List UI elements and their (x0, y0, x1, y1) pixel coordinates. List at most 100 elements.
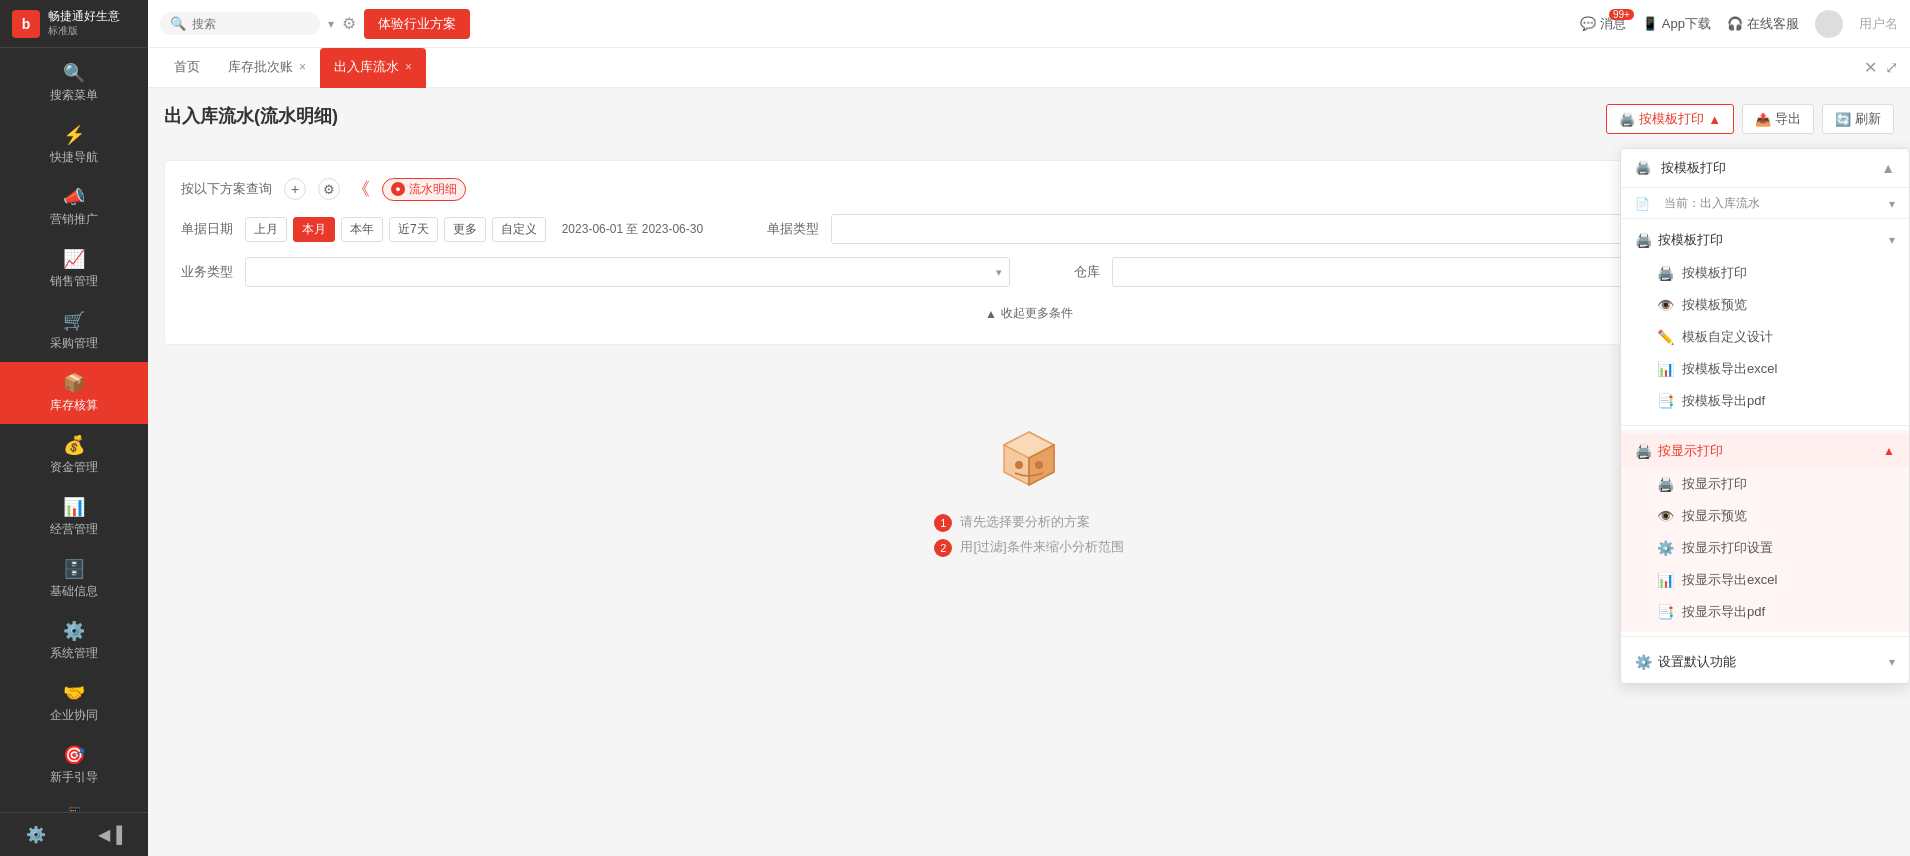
topbar-avatar[interactable] (1815, 10, 1843, 38)
display-excel-icon: 📊 (1657, 572, 1674, 588)
date-btn-last-month[interactable]: 上月 (245, 217, 287, 242)
sidebar-label-search: 搜索菜单 (50, 87, 98, 104)
trial-btn[interactable]: 体验行业方案 (364, 9, 470, 39)
sidebar-item-enterprise[interactable]: 🤝 企业协同 (0, 672, 148, 734)
display-pdf-icon: 📑 (1657, 604, 1674, 620)
main-area: 🔍 ▾ ⚙ 体验行业方案 💬 消息 99+ 📱 App下载 🎧 在线客服 用户名 (148, 0, 1910, 856)
dropdown-template-print[interactable]: 🖨️ 按模板打印 (1621, 257, 1909, 289)
default-section-icon: ⚙️ (1635, 654, 1652, 670)
service-label: 在线客服 (1747, 15, 1799, 33)
empty-step-1: 1 请先选择要分析的方案 (934, 513, 1123, 532)
step-2-text: 用[过滤]条件来缩小分析范围 (960, 538, 1123, 556)
guide-icon: 🎯 (63, 744, 85, 766)
date-btn-this-year[interactable]: 本年 (341, 217, 383, 242)
search-icon: 🔍 (63, 62, 85, 84)
sidebar-label-enterprise: 企业协同 (50, 707, 98, 724)
sidebar-item-search[interactable]: 🔍 搜索菜单 (0, 52, 148, 114)
dropdown-display-print[interactable]: 🖨️ 按显示打印 (1621, 468, 1909, 500)
tabs-close-all-btn[interactable]: ✕ (1864, 58, 1877, 77)
display-settings-icon: ⚙️ (1657, 540, 1674, 556)
dropdown-display-pdf[interactable]: 📑 按显示导出pdf (1621, 596, 1909, 628)
topbar-gear-icon[interactable]: ⚙ (342, 14, 356, 33)
date-btn-last-7days[interactable]: 近7天 (389, 217, 438, 242)
sidebar-label-sales: 销售管理 (50, 273, 98, 290)
print-template-btn[interactable]: 🖨️ 按模板打印 ▲ (1606, 104, 1734, 134)
biz-type-select[interactable] (245, 257, 1010, 287)
dropdown-template-custom[interactable]: ✏️ 模板自定义设计 (1621, 321, 1909, 353)
doc-type-label: 单据类型 (767, 220, 819, 238)
base-icon: 🗄️ (63, 558, 85, 580)
dropdown-section-template-header[interactable]: 🖨️ 按模板打印 ▾ (1621, 223, 1909, 257)
sidebar-item-app-center[interactable]: 📱 应用中心 (0, 796, 148, 812)
svg-point-5 (1035, 461, 1043, 469)
topbar-app-btn[interactable]: 📱 App下载 (1642, 15, 1711, 33)
sidebar-item-base[interactable]: 🗄️ 基础信息 (0, 548, 148, 610)
empty-step-2: 2 用[过滤]条件来缩小分析范围 (934, 538, 1123, 557)
msg-icon: 💬 (1580, 16, 1596, 31)
dropdown-display-excel[interactable]: 📊 按显示导出excel (1621, 564, 1909, 596)
sidebar-item-finance[interactable]: 💰 资金管理 (0, 424, 148, 486)
dropdown-divider-1 (1621, 425, 1909, 426)
refresh-btn[interactable]: 🔄 刷新 (1822, 104, 1894, 134)
sidebar-item-system[interactable]: ⚙️ 系统管理 (0, 610, 148, 672)
dropdown-section-display-header[interactable]: 🖨️ 按显示打印 ▲ (1621, 434, 1909, 468)
template-custom-icon: ✏️ (1657, 329, 1674, 345)
logo-subtitle: 标准版 (48, 24, 120, 38)
date-range-display: 2023-06-01 至 2023-06-30 (562, 221, 703, 238)
sidebar-collapse-btn[interactable]: ◀▐ (90, 821, 129, 848)
dropdown-display-settings[interactable]: ⚙️ 按显示打印设置 (1621, 532, 1909, 564)
export-icon: 📤 (1755, 112, 1771, 127)
sidebar-settings-btn[interactable]: ⚙️ (18, 821, 54, 848)
sidebar-item-quick-nav[interactable]: ⚡ 快捷导航 (0, 114, 148, 176)
sidebar-logo: b 畅捷通好生意 标准版 (0, 0, 148, 48)
tabs-expand-btn[interactable]: ⤢ (1885, 58, 1898, 77)
tabs-bar: 首页 库存批次账 × 出入库流水 × ✕ ⤢ (148, 48, 1910, 88)
app-icon: 📱 (1642, 16, 1658, 31)
tab-inventory-batch-close[interactable]: × (299, 60, 306, 74)
default-section-label: 设置默认功能 (1658, 653, 1736, 671)
topbar-service-btn[interactable]: 🎧 在线客服 (1727, 15, 1799, 33)
dropdown-section-default-header[interactable]: ⚙️ 设置默认功能 ▾ (1621, 645, 1909, 679)
topbar-right: 💬 消息 99+ 📱 App下载 🎧 在线客服 用户名 (1580, 10, 1898, 38)
date-btn-more[interactable]: 更多 (444, 217, 486, 242)
sidebar-label-marketing: 营销推广 (50, 211, 98, 228)
dropdown-section-template: 🖨️ 按模板打印 ▾ 🖨️ 按模板打印 👁️ 按模板预览 ✏️ 模板自定义设计 (1621, 219, 1909, 421)
dropdown-template-pdf[interactable]: 📑 按模板导出pdf (1621, 385, 1909, 417)
filter-collapse-icon[interactable]: 《 (352, 177, 370, 201)
doc-type-select[interactable] (831, 214, 1735, 244)
sidebar-label-finance: 资金管理 (50, 459, 98, 476)
date-filters: 上月 本月 本年 近7天 更多 自定义 (245, 217, 546, 242)
sidebar-item-inventory[interactable]: 📦 库存核算 (0, 362, 148, 424)
dropdown-template-preview[interactable]: 👁️ 按模板预览 (1621, 289, 1909, 321)
tab-home[interactable]: 首页 (160, 48, 214, 88)
topbar-msg-btn[interactable]: 💬 消息 99+ (1580, 15, 1626, 33)
topbar-username[interactable]: 用户名 (1859, 15, 1898, 33)
tab-inventory-batch[interactable]: 库存批次账 × (214, 48, 320, 88)
sidebar-item-sales[interactable]: 📈 销售管理 (0, 238, 148, 300)
sidebar-item-purchase[interactable]: 🛒 采购管理 (0, 300, 148, 362)
tab-in-out-flow-close[interactable]: × (405, 60, 412, 74)
filter-settings-icon-btn[interactable]: ⚙ (318, 178, 340, 200)
export-btn[interactable]: 📤 导出 (1742, 104, 1814, 134)
tab-in-out-flow[interactable]: 出入库流水 × (320, 48, 426, 88)
filter-add-btn[interactable]: + (284, 178, 306, 200)
dropdown-template-excel[interactable]: 📊 按模板导出excel (1621, 353, 1909, 385)
dropdown-up-chevron[interactable]: ▲ (1881, 160, 1895, 176)
topbar-search-input[interactable] (192, 17, 292, 31)
sidebar-item-guide[interactable]: 🎯 新手引导 (0, 734, 148, 796)
date-btn-this-month[interactable]: 本月 (293, 217, 335, 242)
sidebar-item-marketing[interactable]: 📣 营销推广 (0, 176, 148, 238)
sidebar-item-operations[interactable]: 📊 经营管理 (0, 486, 148, 548)
finance-icon: 💰 (63, 434, 85, 456)
sidebar-bottom: ⚙️ ◀▐ (0, 812, 148, 856)
date-btn-custom[interactable]: 自定义 (492, 217, 546, 242)
sidebar-label-base: 基础信息 (50, 583, 98, 600)
topbar-dropdown-chevron[interactable]: ▾ (328, 17, 334, 31)
logo-icon: b (12, 10, 40, 38)
dropdown-display-preview[interactable]: 👁️ 按显示预览 (1621, 500, 1909, 532)
system-icon: ⚙️ (63, 620, 85, 642)
doc-type-select-wrap: ▾ ··· (831, 214, 1735, 244)
display-section-icon: 🖨️ (1635, 443, 1652, 459)
current-flow-icon: 📄 (1635, 197, 1650, 211)
filter-section-title: 按以下方案查询 (181, 180, 272, 198)
